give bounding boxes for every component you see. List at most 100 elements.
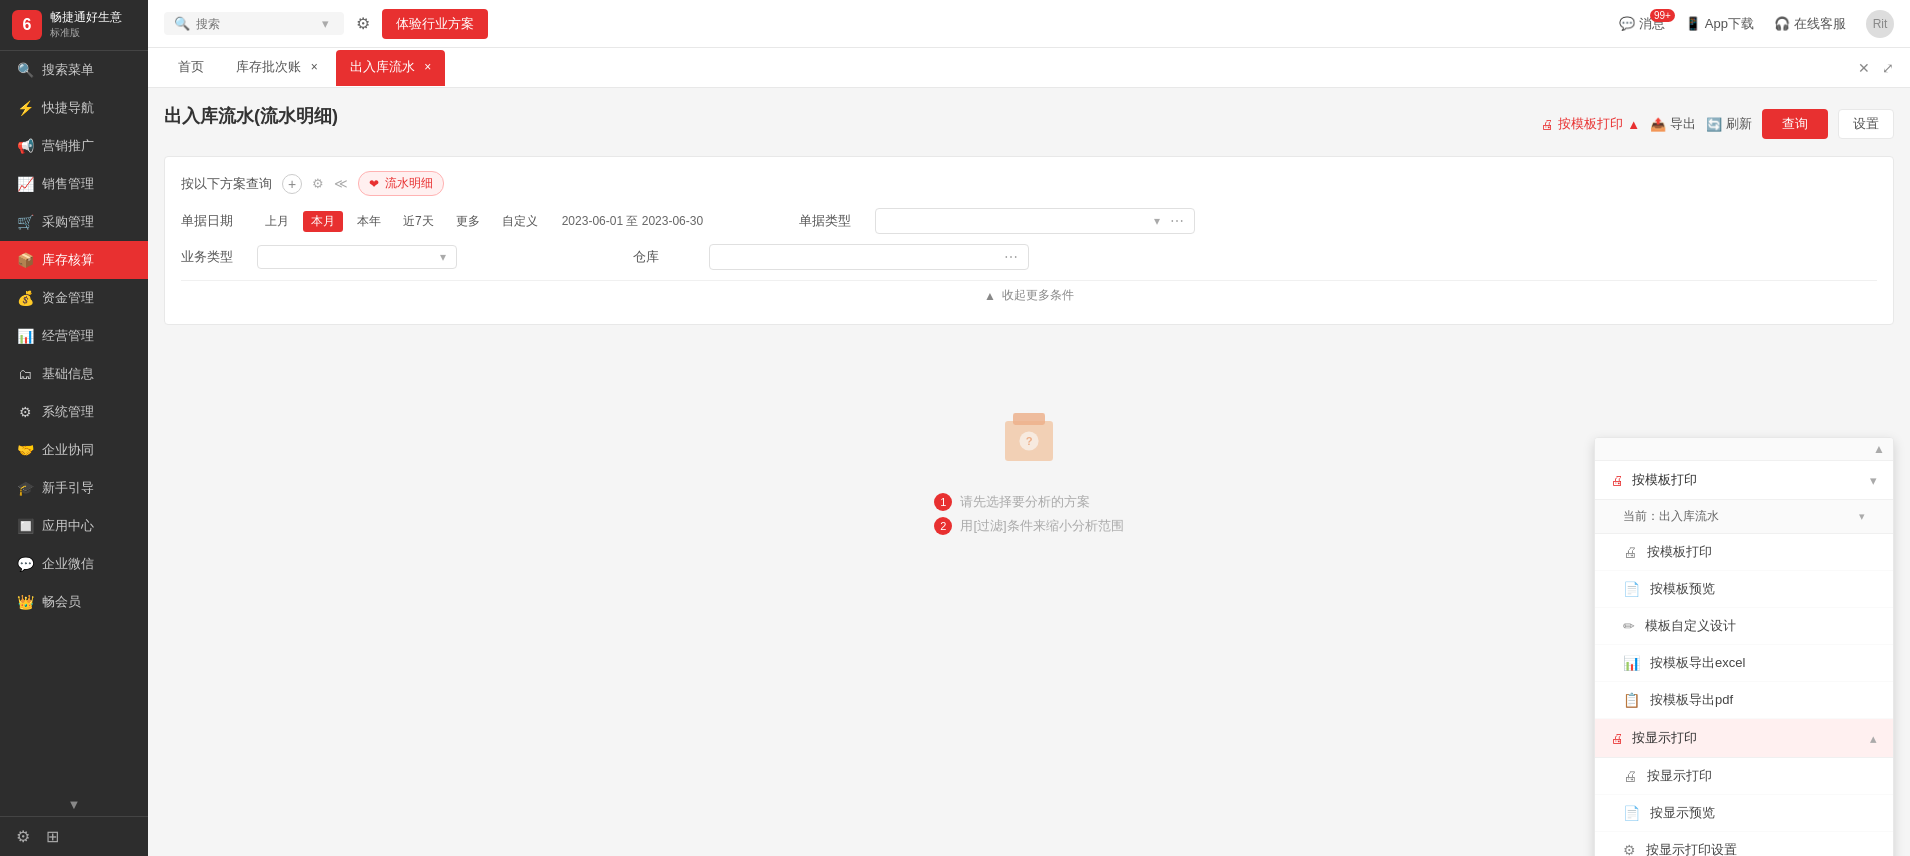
sidebar-item-guide[interactable]: 🎓 新手引导	[0, 469, 148, 507]
sidebar-item-weixin[interactable]: 💬 企业微信	[0, 545, 148, 583]
sidebar-item-system[interactable]: ⚙ 系统管理	[0, 393, 148, 431]
doc-type-select[interactable]: ▾ ⋯	[875, 208, 1195, 234]
step2-number: 2	[934, 517, 952, 535]
sidebar-item-label: 基础信息	[42, 365, 94, 383]
tab-batch-account[interactable]: 库存批次账 ×	[222, 50, 332, 86]
sidebar: 6 畅捷通好生意 标准版 🔍 搜索菜单 ⚡ 快捷导航 📢 营销推广 📈 销售管理…	[0, 0, 148, 856]
tab-close-batch[interactable]: ×	[311, 60, 318, 74]
sidebar-item-operation[interactable]: 📊 经营管理	[0, 317, 148, 355]
sidebar-item-purchase[interactable]: 🛒 采购管理	[0, 203, 148, 241]
app-name: 畅捷通好生意	[50, 10, 122, 26]
filter-chip[interactable]: ❤ 流水明细	[358, 171, 444, 196]
sidebar-item-finance[interactable]: 💰 资金管理	[0, 279, 148, 317]
filter-gear-icon[interactable]: ⚙	[312, 176, 324, 191]
sidebar-item-inventory[interactable]: 📦 库存核算	[0, 241, 148, 279]
folder-icon: 🗂	[16, 366, 34, 382]
sidebar-item-collab[interactable]: 🤝 企业协同	[0, 431, 148, 469]
dropdown-template-pdf[interactable]: 📋 按模板导出pdf	[1595, 682, 1893, 719]
date-opt-last-month[interactable]: 上月	[257, 211, 297, 232]
sidebar-item-label: 快捷导航	[42, 99, 94, 117]
sidebar-item-label: 经营管理	[42, 327, 94, 345]
sidebar-nav: 🔍 搜索菜单 ⚡ 快捷导航 📢 营销推广 📈 销售管理 🛒 采购管理 📦 库存核…	[0, 51, 148, 793]
trial-button[interactable]: 体验行业方案	[382, 9, 488, 39]
sidebar-item-basic[interactable]: 🗂 基础信息	[0, 355, 148, 393]
sidebar-item-member[interactable]: 👑 畅会员	[0, 583, 148, 621]
warehouse-select[interactable]: ⋯	[709, 244, 1029, 270]
sidebar-item-label: 畅会员	[42, 593, 81, 611]
app-header: 🔍 ▾ ⚙ 体验行业方案 💬 消息 99+ 📱 App下载 🎧 在线客服 Rit	[148, 0, 1910, 48]
tab-close-flow[interactable]: ×	[424, 60, 431, 74]
tab-home[interactable]: 首页	[164, 50, 218, 86]
app-logo-icon: 6	[12, 10, 42, 40]
chevron-down-icon: ▾	[1154, 214, 1160, 228]
doc-type-more-icon[interactable]: ⋯	[1170, 213, 1184, 229]
filter-add-button[interactable]: +	[282, 174, 302, 194]
preview-icon: 📄	[1623, 581, 1640, 597]
dropdown-display-preview[interactable]: 📄 按显示预览	[1595, 795, 1893, 832]
settings-button[interactable]: 设置	[1838, 109, 1894, 139]
date-opt-last-7[interactable]: 近7天	[395, 211, 442, 232]
dropdown-template-print[interactable]: 🖨 按模板打印	[1595, 534, 1893, 571]
page-title: 出入库流水(流水明细)	[164, 104, 338, 128]
sidebar-item-search[interactable]: 🔍 搜索菜单	[0, 51, 148, 89]
tab-flow[interactable]: 出入库流水 ×	[336, 50, 446, 86]
filter-chip-icon: ❤	[369, 177, 379, 191]
sidebar-item-marketing[interactable]: 📢 营销推广	[0, 127, 148, 165]
message-button[interactable]: 💬 消息 99+	[1619, 15, 1665, 33]
svg-rect-1	[1013, 413, 1045, 425]
user-avatar[interactable]: Rit	[1866, 10, 1894, 38]
sidebar-item-apps[interactable]: 🔲 应用中心	[0, 507, 148, 545]
dropdown-display-print[interactable]: 🖨 按显示打印	[1595, 758, 1893, 795]
date-filter-label: 单据日期	[181, 212, 241, 230]
sidebar-item-quick-nav[interactable]: ⚡ 快捷导航	[0, 89, 148, 127]
page-toolbar: 🖨 按模板打印 ▲ 📤 导出 🔄 刷新 查询 设置	[1541, 109, 1894, 139]
close-window-icon[interactable]: ✕	[1858, 60, 1870, 76]
search-input[interactable]	[196, 17, 316, 31]
refresh-button[interactable]: 🔄 刷新	[1706, 115, 1752, 133]
chat-icon: 💬	[16, 556, 34, 572]
display-print-section-header[interactable]: 🖨 按显示打印 ▴	[1595, 719, 1893, 758]
sidebar-item-label: 采购管理	[42, 213, 94, 231]
template-print-section-header[interactable]: 🖨 按模板打印 ▾	[1595, 461, 1893, 500]
main-content: 🔍 ▾ ⚙ 体验行业方案 💬 消息 99+ 📱 App下载 🎧 在线客服 Rit	[148, 0, 1910, 856]
handshake-icon: 🤝	[16, 442, 34, 458]
chevron-down-icon: ▾	[322, 16, 329, 31]
query-button[interactable]: 查询	[1762, 109, 1828, 139]
gear-icon[interactable]: ⚙	[356, 14, 370, 33]
date-opt-more[interactable]: 更多	[448, 211, 488, 232]
date-opt-this-month[interactable]: 本月	[303, 211, 343, 232]
date-opt-this-year[interactable]: 本年	[349, 211, 389, 232]
dropdown-display-print-settings[interactable]: ⚙ 按显示打印设置	[1595, 832, 1893, 856]
sidebar-scroll-down[interactable]: ▼	[0, 793, 148, 816]
sidebar-logo: 6 畅捷通好生意 标准版	[0, 0, 148, 51]
header-search-box[interactable]: 🔍 ▾	[164, 12, 344, 35]
settings-bottom-icon[interactable]: ⚙	[16, 827, 30, 846]
headset-icon: 🎧	[1774, 16, 1790, 31]
online-service-button[interactable]: 🎧 在线客服	[1774, 15, 1846, 33]
business-type-select[interactable]: ▾	[257, 245, 457, 269]
dropdown-template-preview[interactable]: 📄 按模板预览	[1595, 571, 1893, 608]
expand-window-icon[interactable]: ⤢	[1882, 60, 1894, 76]
warehouse-more-icon[interactable]: ⋯	[1004, 249, 1018, 265]
print-template-button[interactable]: 🖨 按模板打印 ▲	[1541, 115, 1640, 133]
filter-collapse-icon[interactable]: ≪	[334, 176, 348, 191]
filter-chip-label: 流水明细	[385, 175, 433, 192]
dropdown-template-custom[interactable]: ✏ 模板自定义设计	[1595, 608, 1893, 645]
download-icon: 📱	[1685, 16, 1701, 31]
chevron-up-icon: ▲	[984, 289, 996, 303]
printer2-icon: 🖨	[1623, 768, 1637, 784]
sidebar-item-sales[interactable]: 📈 销售管理	[0, 165, 148, 203]
business-type-label: 业务类型	[181, 248, 241, 266]
business-type-row: 业务类型 ▾ 仓库 ⋯	[181, 244, 1877, 270]
dropdown-template-excel[interactable]: 📊 按模板导出excel	[1595, 645, 1893, 682]
collapse-button[interactable]: ▲ 收起更多条件	[181, 280, 1877, 310]
design-icon: ✏	[1623, 618, 1635, 634]
app-download-button[interactable]: 📱 App下载	[1685, 15, 1754, 33]
print-dropdown-panel: ▲ 🖨 按模板打印 ▾ 当前：出入库流水 ▾ 🖨	[1594, 437, 1894, 856]
grid-icon: 🔲	[16, 518, 34, 534]
scroll-up-indicator[interactable]: ▲	[1595, 438, 1893, 461]
export-button[interactable]: 📤 导出	[1650, 115, 1696, 133]
expand-bottom-icon[interactable]: ⊞	[46, 827, 59, 846]
crown-icon: 👑	[16, 594, 34, 610]
date-opt-custom[interactable]: 自定义	[494, 211, 546, 232]
